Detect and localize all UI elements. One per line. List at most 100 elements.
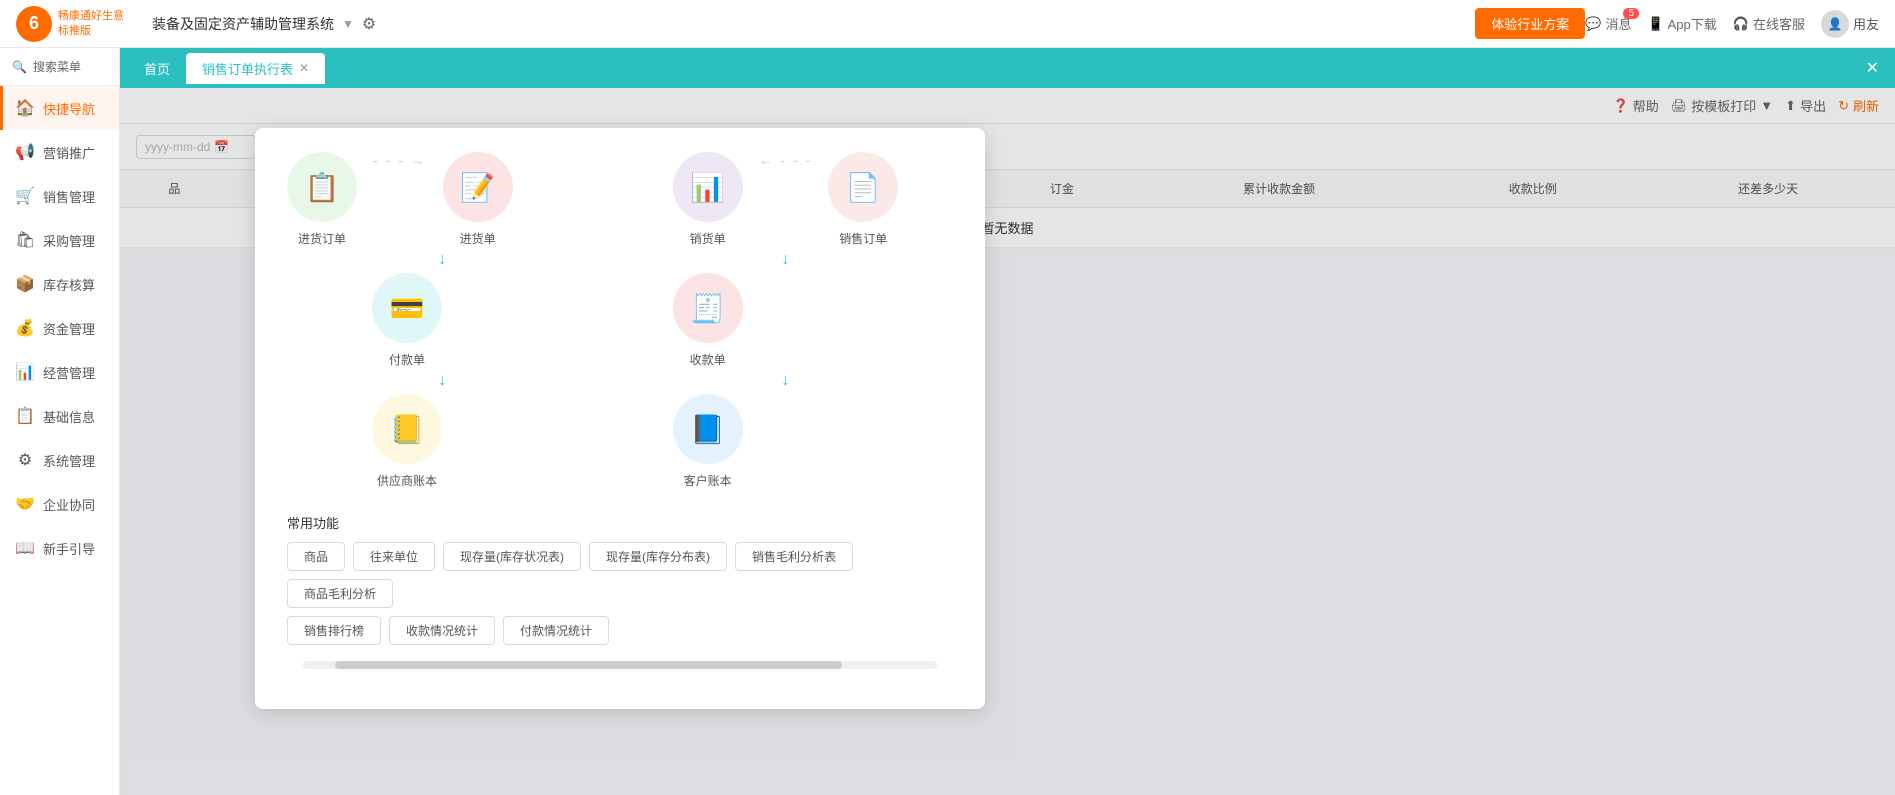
system-name: 装备及固定资产辅助管理系统: [152, 14, 334, 34]
arrow-down-1: ↓: [287, 247, 513, 273]
sales-order-icon: 📄: [846, 171, 881, 204]
func-btn-sales-gross-analysis[interactable]: 销售毛利分析表: [735, 542, 853, 571]
page-content: ❓ 帮助 🖨 按模板打印 ▼ ⬆ 导出 ↻ 刷新: [120, 88, 1895, 795]
supplier-row: 📒 供应商账本: [287, 394, 513, 489]
sidebar-item-label: 经营管理: [43, 363, 95, 382]
func-btn-inventory-status[interactable]: 现存量(库存状况表): [443, 542, 581, 571]
sidebar-item-basic-info[interactable]: 📋 基础信息: [0, 394, 119, 438]
func-btn-sales-ranking[interactable]: 销售排行榜: [287, 616, 381, 645]
receipt-icon: 🧾: [690, 292, 725, 325]
enterprise-icon: 🤝: [15, 494, 35, 514]
marketing-icon: 📢: [15, 142, 35, 162]
right-flow-group: 📊 销货单 📄: [673, 152, 899, 489]
sidebar-item-marketing[interactable]: 📢 营销推广: [0, 130, 119, 174]
sales-order-label: 销售订单: [839, 230, 887, 247]
customer-icon: 📘: [690, 413, 725, 446]
settings-icon[interactable]: ⚙: [362, 14, 376, 34]
finance-icon: 💰: [15, 318, 35, 338]
sidebar-item-finance[interactable]: 💰 资金管理: [0, 306, 119, 350]
func-btn-product[interactable]: 商品: [287, 542, 345, 571]
customer-node[interactable]: 📘 客户账本: [673, 394, 743, 489]
function-buttons-row2: 销售排行榜 收款情况统计 付款情况统计: [287, 616, 953, 645]
dropdown-arrow-icon[interactable]: ▼: [342, 17, 354, 31]
sidebar-item-label: 销售管理: [43, 187, 95, 206]
modal-scroll[interactable]: [287, 645, 953, 685]
function-buttons: 商品 往来单位 现存量(库存状况表) 现存量(库存分布表) 销售毛利分析表 商品…: [287, 542, 953, 608]
sidebar-item-label: 营销推广: [43, 143, 95, 162]
arrow-down-3: ↓: [673, 247, 899, 273]
download-icon: 📱: [1647, 16, 1663, 32]
func-btn-product-gross-analysis[interactable]: 商品毛利分析: [287, 579, 393, 608]
sidebar-item-purchase[interactable]: 🛍 采购管理: [0, 218, 119, 262]
message-button[interactable]: 💬 消息 5: [1585, 14, 1631, 33]
sidebar-item-sales[interactable]: 🛒 销售管理: [0, 174, 119, 218]
sidebar: 🔍 搜索菜单 🏠 快捷导航 📢 营销推广 🛒 销售管理 🛍: [0, 48, 120, 795]
sales-top-row: 📊 销货单 📄: [673, 152, 899, 247]
sidebar-item-label: 系统管理: [43, 451, 95, 470]
sales-slip-icon: 📊: [690, 171, 725, 204]
func-btn-inventory-distribution[interactable]: 现存量(库存分布表): [589, 542, 727, 571]
sidebar-item-label: 快捷导航: [43, 99, 95, 118]
trial-button[interactable]: 体验行业方案: [1475, 8, 1585, 39]
sales-order-node[interactable]: 📄 销售订单: [828, 152, 898, 247]
purchase-order-icon: 📋: [305, 171, 340, 204]
tab-sales-order-exec-label: 销售订单执行表: [202, 59, 293, 78]
purchase-icon: 🛍: [15, 230, 35, 250]
tab-sales-order-exec[interactable]: 销售订单执行表 ✕: [186, 53, 325, 84]
logo-text: 畅康通好生意 标推版: [58, 9, 124, 38]
modal-content: 📋 进货订单 📝: [255, 128, 985, 709]
common-functions: 常用功能 商品 往来单位 现存量(库存状况表) 现存量(库存分布表) 销售毛利分…: [287, 513, 953, 645]
top-flow-row: 📋 进货订单 📝: [287, 152, 513, 247]
search-menu-button[interactable]: 🔍 搜索菜单: [0, 48, 119, 86]
func-btn-receipt-stats[interactable]: 收款情况统计: [389, 616, 495, 645]
supplier-node[interactable]: 📒 供应商账本: [372, 394, 442, 489]
guide-icon: 📖: [15, 538, 35, 558]
sidebar-item-system[interactable]: ⚙ 系统管理: [0, 438, 119, 482]
func-btn-payment-stats[interactable]: 付款情况统计: [503, 616, 609, 645]
close-all-tabs-icon[interactable]: ✕: [1858, 58, 1887, 78]
sidebar-item-guide[interactable]: 📖 新手引导: [0, 526, 119, 570]
payment-circle: 💳: [372, 273, 442, 343]
modal-scrollbar-thumb[interactable]: [335, 661, 842, 669]
sales-slip-circle: 📊: [673, 152, 743, 222]
operations-icon: 📊: [15, 362, 35, 382]
sidebar-item-inventory[interactable]: 📦 库存核算: [0, 262, 119, 306]
top-bar: 6 畅康通好生意 标推版 装备及固定资产辅助管理系统 ▼ ⚙ 体验行业方案 💬 …: [0, 0, 1895, 48]
basic-info-icon: 📋: [15, 406, 35, 426]
app-container: 6 畅康通好生意 标推版 装备及固定资产辅助管理系统 ▼ ⚙ 体验行业方案 💬 …: [0, 0, 1895, 795]
left-flow-group: 📋 进货订单 📝: [287, 152, 513, 489]
receipt-label: 收款单: [690, 351, 726, 368]
app-download-button[interactable]: 📱 App下载: [1647, 14, 1716, 33]
receipt-node[interactable]: 🧾 收款单: [673, 273, 743, 368]
tab-home[interactable]: 首页: [128, 53, 186, 84]
arrow-down-2: ↓: [287, 368, 513, 394]
arrow-from-sales-order: [759, 152, 813, 196]
logo-area: 6 畅康通好生意 标推版: [16, 6, 136, 42]
func-btn-counterpart[interactable]: 往来单位: [353, 542, 435, 571]
sidebar-item-operations[interactable]: 📊 经营管理: [0, 350, 119, 394]
system-title: 装备及固定资产辅助管理系统 ▼ ⚙: [152, 14, 1475, 34]
sidebar-item-label: 企业协同: [43, 495, 95, 514]
customer-label: 客户账本: [684, 472, 732, 489]
online-service-button[interactable]: 🎧 在线客服: [1733, 14, 1805, 33]
tab-close-icon[interactable]: ✕: [299, 61, 309, 75]
arrow-down-4: ↓: [673, 368, 899, 394]
purchase-order-node[interactable]: 📋 进货订单: [287, 152, 357, 247]
purchase-slip-node[interactable]: 📝 进货单: [443, 152, 513, 247]
avatar: 👤: [1821, 10, 1849, 38]
user-menu[interactable]: 👤 用友: [1821, 10, 1879, 38]
sidebar-item-label: 新手引导: [43, 539, 95, 558]
sidebar-item-enterprise[interactable]: 🤝 企业协同: [0, 482, 119, 526]
purchase-order-label: 进货订单: [298, 230, 346, 247]
sales-slip-label: 销货单: [690, 230, 726, 247]
payment-node[interactable]: 💳 付款单: [372, 273, 442, 368]
sidebar-item-quick-guide[interactable]: 🏠 快捷导航: [0, 86, 119, 130]
main-layout: 🔍 搜索菜单 🏠 快捷导航 📢 营销推广 🛒 销售管理 🛍: [0, 48, 1895, 795]
sales-order-circle: 📄: [828, 152, 898, 222]
top-right: 💬 消息 5 📱 App下载 🎧 在线客服 👤 用友: [1585, 10, 1879, 38]
home-icon: 🏠: [15, 98, 35, 118]
search-icon: 🔍: [12, 60, 27, 74]
payment-icon: 💳: [390, 292, 425, 325]
sidebar-item-label: 资金管理: [43, 319, 95, 338]
sales-slip-node[interactable]: 📊 销货单: [673, 152, 743, 247]
